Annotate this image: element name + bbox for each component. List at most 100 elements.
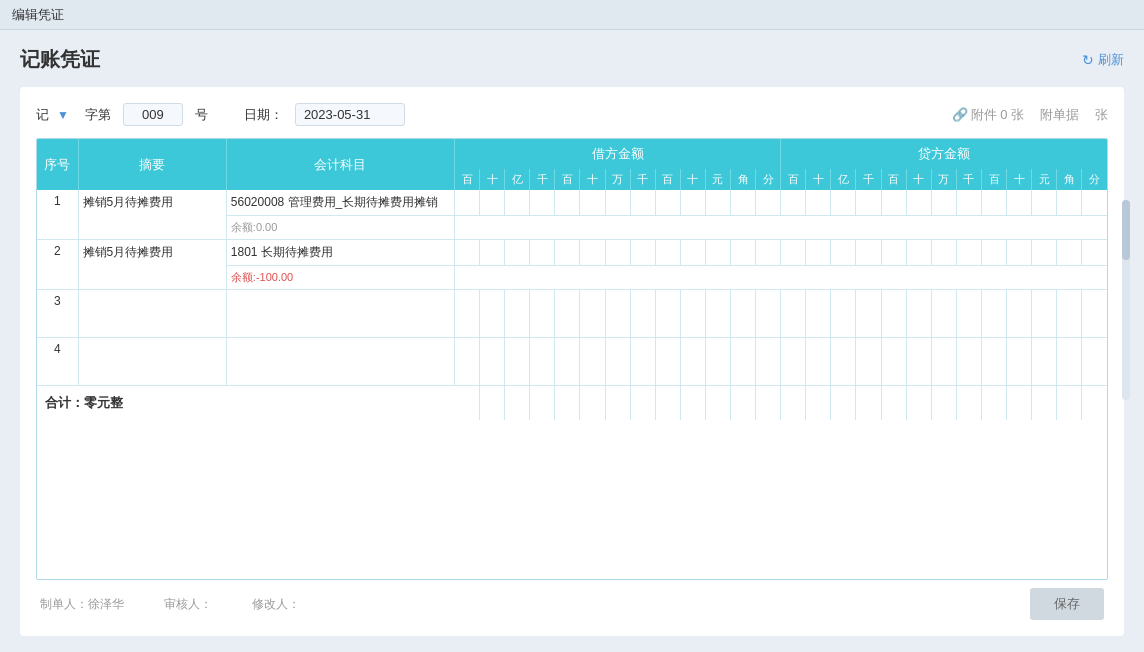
row1-c7[interactable] bbox=[931, 190, 956, 216]
row2-account[interactable]: 1801 长期待摊费用 bbox=[226, 240, 454, 266]
th-d-bai2: 百 bbox=[555, 169, 580, 190]
th-credit: 贷方金额 bbox=[781, 139, 1107, 169]
row1-d5[interactable] bbox=[555, 190, 580, 216]
row2-balance-text: 余额:-100.00 bbox=[231, 271, 293, 283]
row1-c1[interactable] bbox=[781, 190, 806, 216]
th-c-jiao: 角 bbox=[1057, 169, 1082, 190]
th-c-shi2: 十 bbox=[906, 169, 931, 190]
voucher-table: 序号 摘要 会计科目 借方金额 贷方金额 百 十 亿 千 百 十 bbox=[37, 139, 1107, 420]
row1-c13[interactable] bbox=[1082, 190, 1107, 216]
row1-d9[interactable] bbox=[655, 190, 680, 216]
row2-c8[interactable] bbox=[956, 240, 981, 266]
row2-d9[interactable] bbox=[655, 240, 680, 266]
row1-c11[interactable] bbox=[1032, 190, 1057, 216]
th-c-shi: 十 bbox=[806, 169, 831, 190]
modifier-info: 修改人： bbox=[252, 596, 300, 613]
row1-c4[interactable] bbox=[856, 190, 881, 216]
row2-c7[interactable] bbox=[931, 240, 956, 266]
row2-d5[interactable] bbox=[555, 240, 580, 266]
row2-summary[interactable]: 摊销5月待摊费用 bbox=[78, 240, 226, 290]
header-right: 🔗 附件 0 张 附单据 张 bbox=[952, 106, 1108, 124]
row2-c5[interactable] bbox=[881, 240, 906, 266]
row1-d2[interactable] bbox=[480, 190, 505, 216]
row2-d3[interactable] bbox=[505, 240, 530, 266]
row1-c6[interactable] bbox=[906, 190, 931, 216]
row2-d7[interactable] bbox=[605, 240, 630, 266]
row2-c3[interactable] bbox=[831, 240, 856, 266]
row2-d4[interactable] bbox=[530, 240, 555, 266]
th-d-yuan: 元 bbox=[705, 169, 730, 190]
voucher-type: 记 ▼ bbox=[36, 106, 73, 124]
row1-balance: 余额:0.00 bbox=[226, 216, 454, 240]
table-row-3: 3 bbox=[37, 290, 1107, 338]
row2-d1[interactable] bbox=[454, 240, 479, 266]
row2-c11[interactable] bbox=[1032, 240, 1057, 266]
creator-name: 徐泽华 bbox=[88, 597, 124, 611]
row2-d13[interactable] bbox=[756, 240, 781, 266]
row2-d2[interactable] bbox=[480, 240, 505, 266]
row4-account[interactable] bbox=[226, 338, 454, 386]
row4-summary[interactable] bbox=[78, 338, 226, 386]
row2-c13[interactable] bbox=[1082, 240, 1107, 266]
row1-c8[interactable] bbox=[956, 190, 981, 216]
row3-summary[interactable] bbox=[78, 290, 226, 338]
row2-c2[interactable] bbox=[806, 240, 831, 266]
row1-d8[interactable] bbox=[630, 190, 655, 216]
row3-seq: 3 bbox=[37, 290, 78, 338]
row2-c1[interactable] bbox=[781, 240, 806, 266]
row1-c3[interactable] bbox=[831, 190, 856, 216]
row3-account[interactable] bbox=[226, 290, 454, 338]
row1-d4[interactable] bbox=[530, 190, 555, 216]
attachment-link[interactable]: 🔗 附件 0 张 bbox=[952, 106, 1024, 124]
th-d-fen: 分 bbox=[756, 169, 781, 190]
row2-c10[interactable] bbox=[1007, 240, 1032, 266]
th-d-shi2: 十 bbox=[580, 169, 605, 190]
row2-d10[interactable] bbox=[680, 240, 705, 266]
refresh-icon: ↻ bbox=[1082, 52, 1094, 68]
col-header-row: 序号 摘要 会计科目 借方金额 贷方金额 bbox=[37, 139, 1107, 169]
row2-d12[interactable] bbox=[731, 240, 756, 266]
page-title: 记账凭证 bbox=[20, 46, 100, 73]
row1-c9[interactable] bbox=[981, 190, 1006, 216]
th-d-shi: 十 bbox=[480, 169, 505, 190]
row1-d10[interactable] bbox=[680, 190, 705, 216]
row2-d6[interactable] bbox=[580, 240, 605, 266]
date-label: 日期： bbox=[244, 106, 283, 124]
row1-d3[interactable] bbox=[505, 190, 530, 216]
scrollbar-thumb[interactable] bbox=[1122, 200, 1130, 260]
row1-d6[interactable] bbox=[580, 190, 605, 216]
row1-d12[interactable] bbox=[731, 190, 756, 216]
th-debit: 借方金额 bbox=[454, 139, 780, 169]
row2-c6[interactable] bbox=[906, 240, 931, 266]
row1-c10[interactable] bbox=[1007, 190, 1032, 216]
th-summary: 摘要 bbox=[78, 139, 226, 190]
right-scrollbar[interactable] bbox=[1122, 200, 1130, 400]
row2-c9[interactable] bbox=[981, 240, 1006, 266]
date-input[interactable] bbox=[295, 103, 405, 126]
row1-summary[interactable]: 摊销5月待摊费用 bbox=[78, 190, 226, 240]
voucher-number-input[interactable] bbox=[123, 103, 183, 126]
row2-c4[interactable] bbox=[856, 240, 881, 266]
footer-row: 制单人：徐泽华 审核人： 修改人： 保存 bbox=[36, 580, 1108, 620]
type-dropdown-button[interactable]: ▼ bbox=[53, 106, 73, 124]
save-button[interactable]: 保存 bbox=[1030, 588, 1104, 620]
row1-d11[interactable] bbox=[705, 190, 730, 216]
row1-c5[interactable] bbox=[881, 190, 906, 216]
row2-c12[interactable] bbox=[1057, 240, 1082, 266]
row2-d8[interactable] bbox=[630, 240, 655, 266]
row1-c2[interactable] bbox=[806, 190, 831, 216]
refresh-button[interactable]: ↻ 刷新 bbox=[1082, 51, 1124, 69]
row1-d13[interactable] bbox=[756, 190, 781, 216]
row1-account[interactable]: 56020008 管理费用_长期待摊费用摊销 bbox=[226, 190, 454, 216]
attachment-icon: 🔗 bbox=[952, 107, 968, 122]
zhang-label: 张 bbox=[1095, 106, 1108, 124]
row1-d7[interactable] bbox=[605, 190, 630, 216]
fu-dan-ju-link[interactable]: 附单据 bbox=[1040, 106, 1079, 124]
row1-d1[interactable] bbox=[454, 190, 479, 216]
voucher-header: 记 ▼ 字第 号 日期： 🔗 附件 0 张 附单据 张 bbox=[36, 103, 1108, 126]
row2-d11[interactable] bbox=[705, 240, 730, 266]
th-d-wan: 万 bbox=[605, 169, 630, 190]
row1-c12[interactable] bbox=[1057, 190, 1082, 216]
row4-seq: 4 bbox=[37, 338, 78, 386]
main-content: 记账凭证 ↻ 刷新 记 ▼ 字第 号 日期： 🔗 bbox=[0, 30, 1144, 652]
